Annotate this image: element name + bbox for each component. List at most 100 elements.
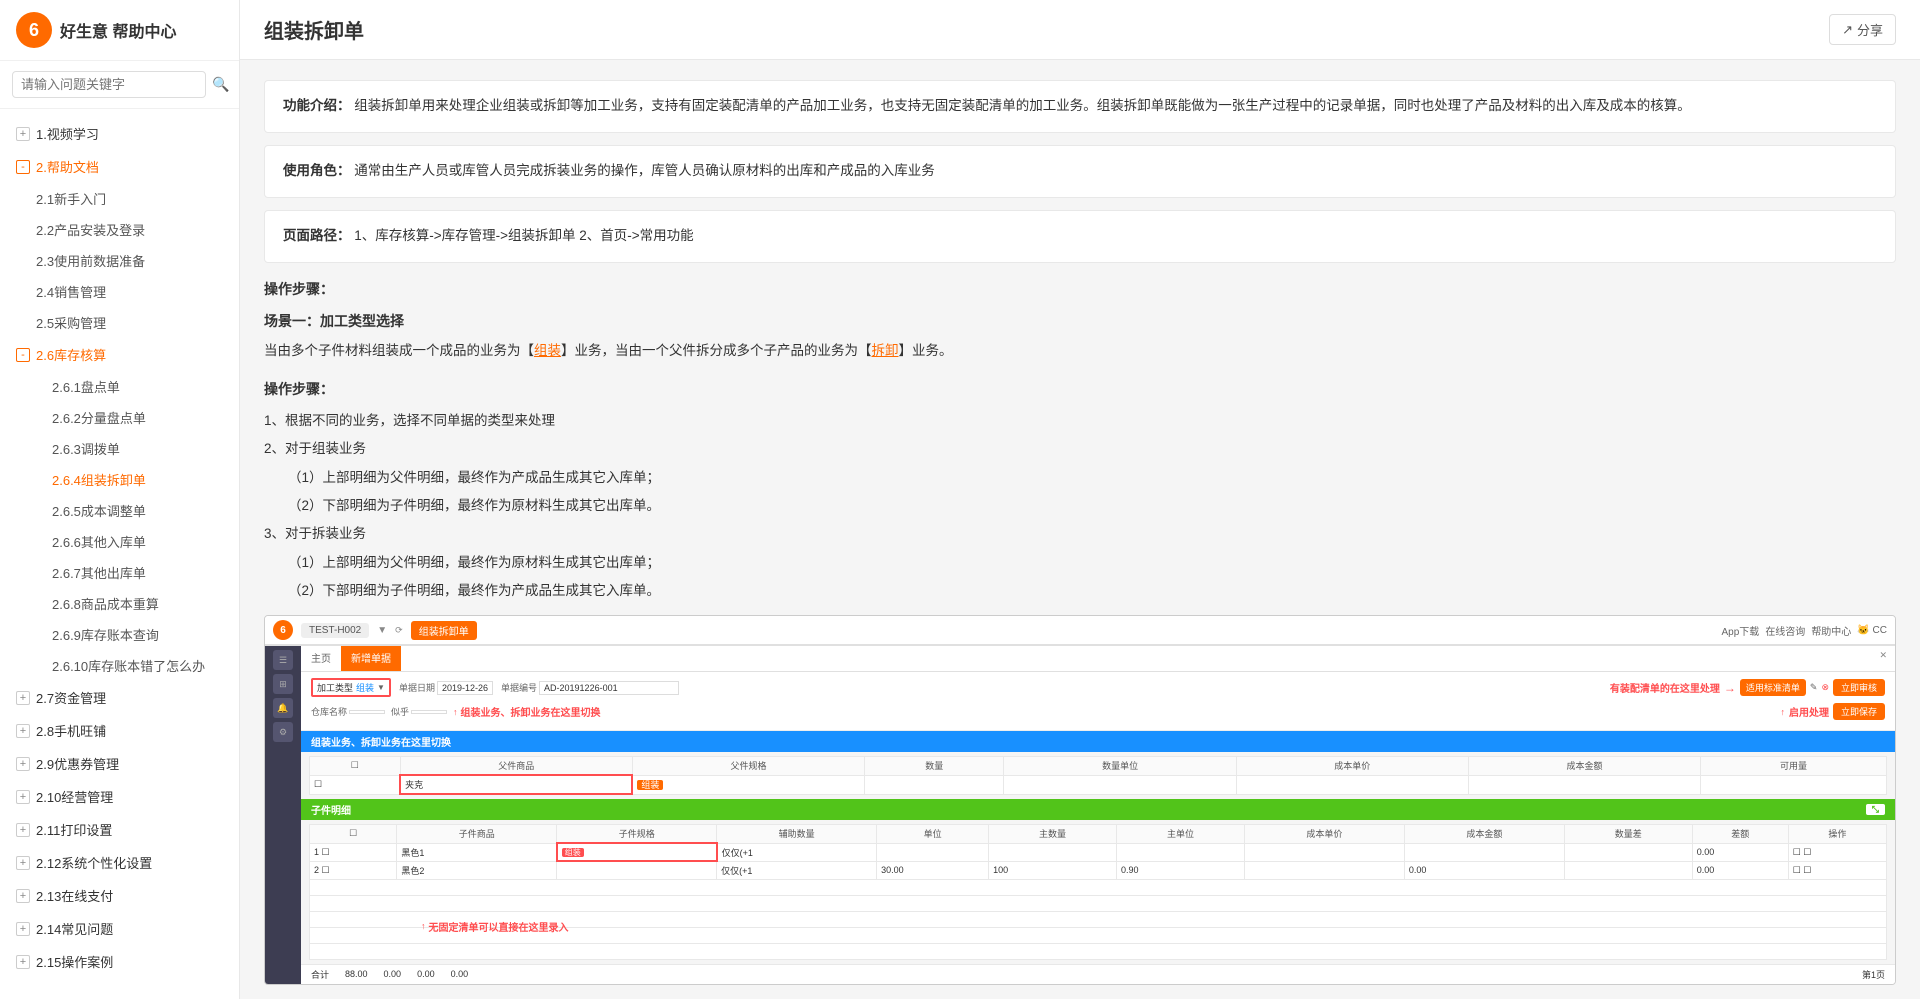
scr-form-row2: 仓库名称 似乎 ↑ 组装业务、拆卸业务在这里 <box>311 703 1885 720</box>
scr-expand-icon[interactable]: ⤡ <box>1866 804 1885 815</box>
sub-item-label: 2.6.6其他入库单 <box>52 535 146 550</box>
scr-footer-qty: 合计 <box>311 968 329 981</box>
scr-th-unit: 数量单位 <box>1004 757 1236 776</box>
sub-item-label: 2.5采购管理 <box>36 316 106 331</box>
sidebar-item-s269[interactable]: 2.6.9库存账本查询 <box>0 619 239 650</box>
sub-item-label: 2.1新手入门 <box>36 192 106 207</box>
page-title: 组装拆卸单 <box>264 15 364 44</box>
scr-annotation4-text: 无固定清单可以直接在这里录入 <box>429 919 569 934</box>
sidebar-item-purchase[interactable]: 2.5采购管理 <box>0 307 239 338</box>
scr-bth-sub-goods: 子件商品 <box>397 825 557 844</box>
sidebar-item-s262[interactable]: 2.6.2分量盘点单 <box>0 402 239 433</box>
sidebar-item-stock[interactable]: - 2.6库存核算 <box>0 338 239 371</box>
scr-td-cp1 <box>1236 775 1468 794</box>
scr-th-cost-amt: 成本金额 <box>1468 757 1700 776</box>
scr-confirm-btn[interactable]: 立即审核 <box>1833 679 1885 696</box>
sidebar-item-newcomer[interactable]: 2.1新手入门 <box>0 183 239 214</box>
scr-bth-main-unit: 主单位 <box>1117 825 1245 844</box>
sidebar-item-s268[interactable]: 2.6.8商品成本重算 <box>0 588 239 619</box>
scr-btd-cb2: 2 ☐ <box>310 861 397 879</box>
expand-icon: + <box>16 856 30 870</box>
scr-top-section-header: 组装业务、拆卸业务在这里切换 <box>301 731 1895 752</box>
scr-footer-v4: 0.00 <box>451 969 469 979</box>
sidebar-item-system[interactable]: + 2.12系统个性化设置 <box>0 846 239 879</box>
scr-btd-u2: 30.00 <box>877 861 989 879</box>
scr-warehouse-value <box>349 710 385 714</box>
sidebar-item-docs[interactable]: - 2.帮助文档 <box>0 150 239 183</box>
sub-item-label: 2.6.9库存账本查询 <box>52 628 159 643</box>
sidebar-item-coupon[interactable]: + 2.9优惠券管理 <box>0 747 239 780</box>
scr-btd-dq1 <box>1564 843 1692 861</box>
expand-icon: + <box>16 757 30 771</box>
sidebar-item-label: 2.8手机旺铺 <box>36 721 106 740</box>
sidebar-item-s265[interactable]: 2.6.5成本调整单 <box>0 495 239 526</box>
expand-icon: + <box>16 889 30 903</box>
sidebar-item-s261[interactable]: 2.6.1盘点单 <box>0 371 239 402</box>
sidebar-item-s267[interactable]: 2.6.7其他出库单 <box>0 557 239 588</box>
scr-th-goods: 父件商品 <box>400 757 632 776</box>
sidebar-item-finance[interactable]: + 2.7资金管理 <box>0 681 239 714</box>
scr-th-spec: 父件规格 <box>632 757 864 776</box>
step-1: 1、根据不同的业务，选择不同单据的类型来处理 <box>264 409 1896 433</box>
scr-warehouse-field: 仓库名称 <box>311 705 385 718</box>
scr-std-btn[interactable]: 适用标准清单 <box>1740 679 1806 696</box>
scr-date-label: 单据日期 <box>399 681 435 694</box>
scr-sb-icon4: ⚙ <box>273 722 293 742</box>
sub-item-label: 2.2产品安装及登录 <box>36 223 145 238</box>
share-button[interactable]: ↗ 分享 <box>1829 14 1896 45</box>
sidebar-item-label: 2.12系统个性化设置 <box>36 853 152 872</box>
search-input[interactable] <box>12 71 206 98</box>
sidebar-item-label: 2.14常见问题 <box>36 919 113 938</box>
scr-annotation2-arrow: ↑ <box>453 707 458 717</box>
sub-item-label: 2.6.8商品成本重算 <box>52 597 159 612</box>
sidebar-item-sales[interactable]: 2.4销售管理 <box>0 276 239 307</box>
scr-num-value: AD-20191226-001 <box>539 681 679 695</box>
sidebar-item-pay[interactable]: + 2.13在线支付 <box>0 879 239 912</box>
sidebar-item-cases[interactable]: + 2.15操作案例 <box>0 945 239 978</box>
scr-bth-main-qty: 主数量 <box>989 825 1117 844</box>
sidebar-item-s266[interactable]: 2.6.6其他入库单 <box>0 526 239 557</box>
steps-label: 操作步骤： <box>264 379 1896 399</box>
sidebar-item-mobile[interactable]: + 2.8手机旺铺 <box>0 714 239 747</box>
scr-cc: 🐱 CC <box>1857 625 1887 636</box>
scr-bth-cost-amt: 成本金额 <box>1404 825 1564 844</box>
sidebar-item-label: 2.9优惠券管理 <box>36 754 119 773</box>
scr-num-field: 单据编号 AD-20191226-001 <box>501 681 679 695</box>
scr-sb-icon3: 🔔 <box>273 698 293 718</box>
search-icon[interactable]: 🔍 <box>212 76 229 93</box>
scr-btd-ca2: 0.00 <box>1404 861 1564 879</box>
sidebar-item-ops[interactable]: + 2.10经营管理 <box>0 780 239 813</box>
sidebar-item-data-prep[interactable]: 2.3使用前数据准备 <box>0 245 239 276</box>
sidebar-item-faq[interactable]: + 2.14常见问题 <box>0 912 239 945</box>
scr-btd-cp1 <box>1244 843 1404 861</box>
role-box: 使用角色： 通常由生产人员或库管人员完成拆装业务的操作，库管人员确认原材料的出库… <box>264 145 1896 198</box>
scr-annotation3-text: 启用处理 <box>1789 704 1829 719</box>
path-label: 页面路径： <box>283 228 351 243</box>
scr-type-selector[interactable]: 加工类型 组装 ▼ <box>311 678 391 697</box>
sidebar: 6 好生意 帮助中心 🔍 + 1.视频学习 - 2.帮助文档 2.1新手入门 2… <box>0 0 240 999</box>
collapse-icon: - <box>16 348 30 362</box>
scr-annotation2-text: 组装业务、拆卸业务在这里切换 <box>461 704 601 719</box>
sidebar-item-print[interactable]: + 2.11打印设置 <box>0 813 239 846</box>
search-box[interactable]: 🔍 <box>0 61 239 109</box>
scr-qty-field: 似乎 <box>391 705 447 718</box>
expand-icon: + <box>16 955 30 969</box>
sidebar-item-install[interactable]: 2.2产品安装及登录 <box>0 214 239 245</box>
screenshot-inner: 6 TEST-H002 ▼ ⟳ 组装拆卸单 App下载 在线咨询 帮助中心 🐱 … <box>265 616 1895 984</box>
expand-icon: + <box>16 127 30 141</box>
scr-top-table-area: ☐ 父件商品 父件规格 数量 数量单位 成本单价 成本金额 可用量 <box>301 752 1895 799</box>
scr-tab-home[interactable]: 主页 <box>301 646 341 671</box>
sidebar-item-s263[interactable]: 2.6.3调拨单 <box>0 433 239 464</box>
sidebar-item-s264[interactable]: 2.6.4组装拆卸单 <box>0 464 239 495</box>
scr-tab-new[interactable]: 新增单据 <box>341 646 401 671</box>
scr-bth-unit: 单位 <box>877 825 989 844</box>
sidebar-item-video[interactable]: + 1.视频学习 <box>0 117 239 150</box>
scr-td-unit1 <box>1004 775 1236 794</box>
main-header: 组装拆卸单 ↗ 分享 <box>240 0 1920 60</box>
scr-btd-ca1 <box>1404 843 1564 861</box>
scr-save-btn[interactable]: 立即保存 <box>1833 703 1885 720</box>
sidebar-item-s2610[interactable]: 2.6.10库存账本错了怎么办 <box>0 650 239 681</box>
scr-app-dl: App下载 <box>1722 623 1760 638</box>
scr-close-icon[interactable]: ✕ <box>1871 646 1895 671</box>
scr-btd-s1: 组装 <box>557 843 717 861</box>
